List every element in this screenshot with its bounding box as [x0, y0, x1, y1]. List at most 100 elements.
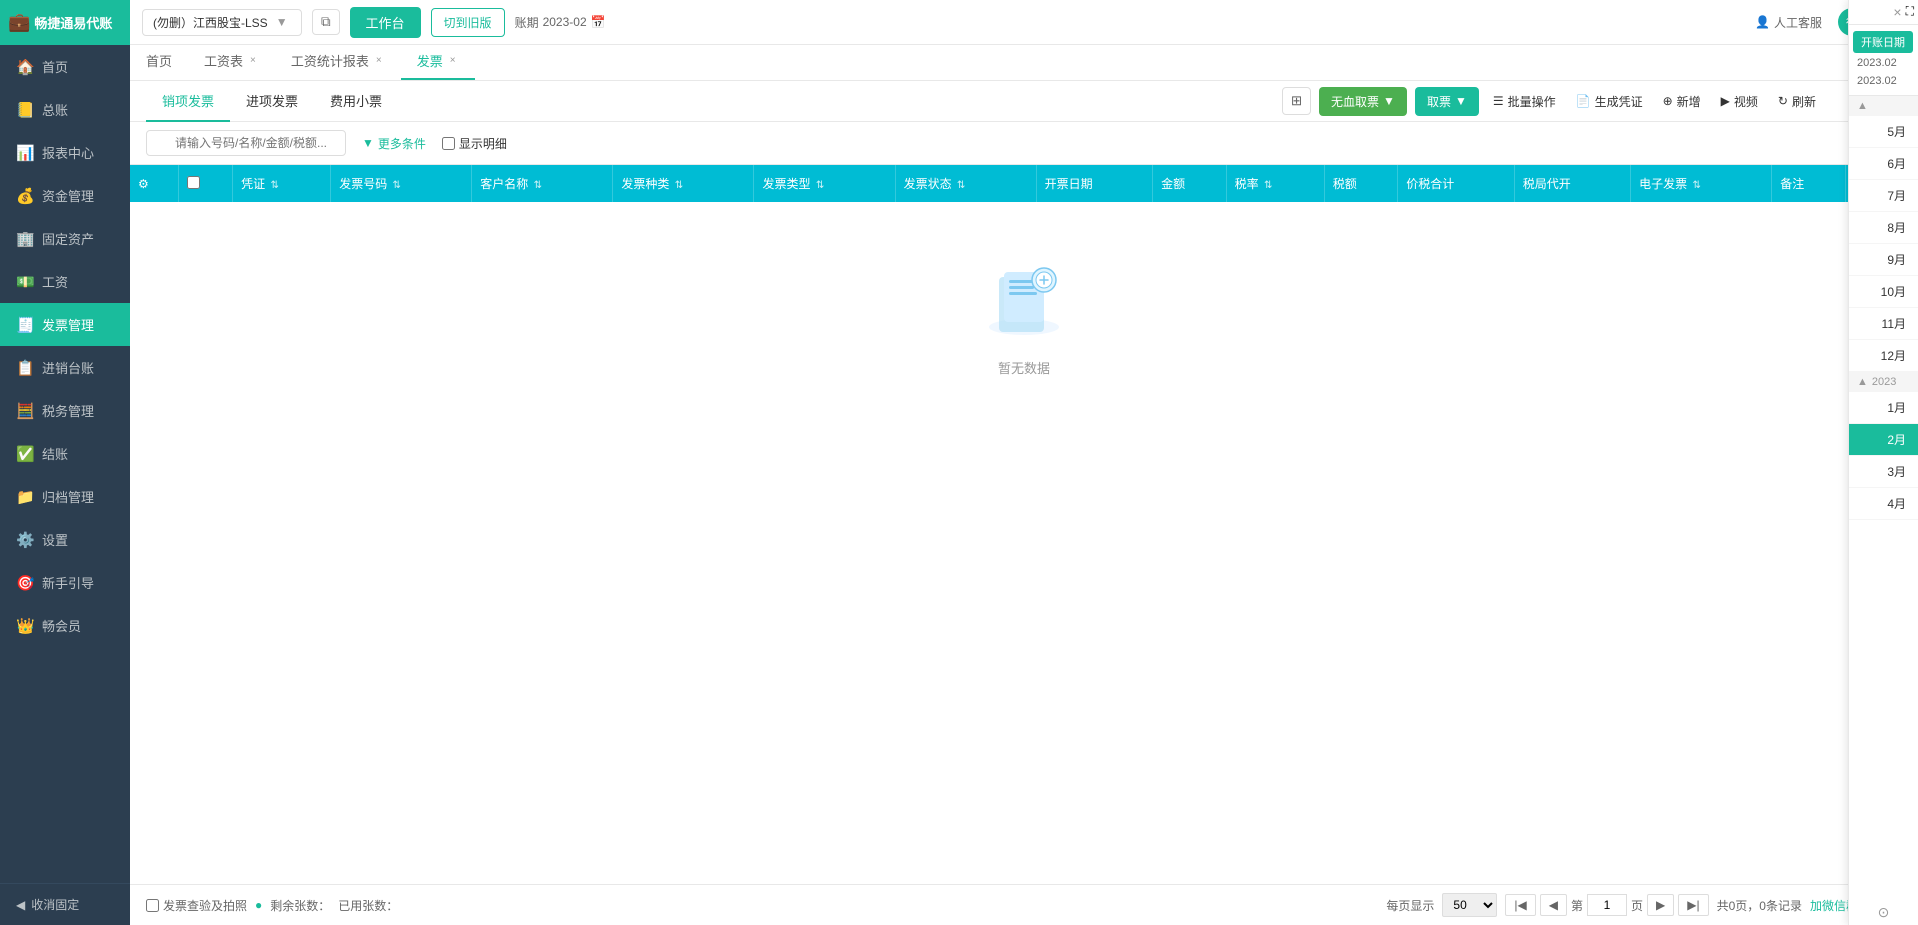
page-input[interactable] [1587, 894, 1627, 916]
tab-invoice-close[interactable]: × [447, 54, 459, 67]
date-panel-expand-btn[interactable]: ⛶ [1906, 4, 1914, 20]
th-customer-name[interactable]: 客户名称 ⇅ [472, 165, 613, 202]
company-dropdown-icon: ▼ [276, 15, 288, 29]
tab-payroll[interactable]: 工资表 × [188, 43, 275, 80]
show-detail-input[interactable] [442, 137, 455, 150]
human-service-btn[interactable]: 👤 人工客服 [1755, 14, 1822, 31]
th-amount: 金额 [1153, 165, 1226, 202]
sub-tab-expense[interactable]: 费用小票 [314, 81, 398, 122]
per-page-select[interactable]: 50 20 100 [1442, 893, 1497, 917]
month-item-5[interactable]: 5月 [1849, 116, 1918, 148]
sidebar-item-settings[interactable]: ⚙️ 设置 [0, 518, 130, 561]
select-all-checkbox[interactable] [187, 176, 200, 189]
sidebar-item-tax-management[interactable]: 🧮 税务管理 [0, 389, 130, 432]
search-wrapper: 🔍 [146, 130, 346, 156]
th-voucher[interactable]: 凭证 ⇅ [233, 165, 331, 202]
th-invoice-status-filter-icon: ⇅ [957, 180, 965, 191]
month-item-2023-4[interactable]: 4月 [1849, 488, 1918, 520]
th-invoice-type[interactable]: 发票类型 ⇅ [754, 165, 895, 202]
sidebar-item-label: 畅会员 [42, 616, 81, 635]
tab-payroll-report-close[interactable]: × [373, 54, 385, 67]
date-panel-bottom-expand[interactable]: ⊙ [1849, 900, 1918, 925]
add-new-btn[interactable]: ⊕ 新增 [1657, 88, 1707, 115]
invoice-table: ⚙ 凭证 ⇅ 发票号码 ⇅ 客户名称 [130, 165, 1918, 202]
sidebar-item-home[interactable]: 🏠 首页 [0, 45, 130, 88]
tab-payroll-report[interactable]: 工资统计报表 × [275, 43, 401, 80]
sidebar-item-fund-management[interactable]: 💰 资金管理 [0, 174, 130, 217]
tab-home[interactable]: 首页 [130, 43, 188, 80]
th-electronic-invoice[interactable]: 电子发票 ⇅ [1631, 165, 1772, 202]
th-invoice-kind-filter-icon: ⇅ [675, 180, 683, 191]
company-selector[interactable]: (勿删）江西股宝-LSS ▼ [142, 9, 302, 36]
sidebar-item-membership[interactable]: 👑 畅会员 [0, 604, 130, 647]
month-item-2023-1[interactable]: 1月 [1849, 392, 1918, 424]
year-label-2023: 2023 [1872, 376, 1896, 388]
period-info: 账期 2023-02 📅 [515, 14, 606, 31]
month-item-7[interactable]: 7月 [1849, 180, 1918, 212]
grid-view-btn[interactable]: ⊞ [1282, 87, 1311, 115]
th-invoice-type-filter-icon: ⇅ [816, 180, 824, 191]
sidebar-item-invoice-management[interactable]: 🧾 发票管理 [0, 303, 130, 346]
th-invoice-status[interactable]: 发票状态 ⇅ [895, 165, 1036, 202]
sidebar-item-settlement[interactable]: ✅ 结账 [0, 432, 130, 475]
sidebar-item-general-ledger[interactable]: 📒 总账 [0, 88, 130, 131]
tab-payroll-close[interactable]: × [247, 54, 259, 67]
sidebar-item-beginner-guide[interactable]: 🎯 新手引导 [0, 561, 130, 604]
sidebar-item-purchase-sale[interactable]: 📋 进销台账 [0, 346, 130, 389]
th-electronic-invoice-filter-icon: ⇅ [1693, 180, 1701, 191]
sidebar-item-report-center[interactable]: 📊 报表中心 [0, 131, 130, 174]
logo-text: 畅捷通易代账 [34, 13, 112, 32]
invoice-check-checkbox[interactable] [146, 899, 159, 912]
logo-icon: 💼 [8, 12, 30, 33]
month-item-10[interactable]: 10月 [1849, 276, 1918, 308]
sidebar-item-payroll[interactable]: 💵 工资 [0, 260, 130, 303]
date-panel-close-btn[interactable]: × [1893, 4, 1901, 20]
open-period-btn[interactable]: 开账日期 [1853, 31, 1913, 53]
th-tax-rate-filter-icon: ⇅ [1264, 180, 1272, 191]
month-item-12[interactable]: 12月 [1849, 340, 1918, 372]
month-item-2023-2[interactable]: 2月 [1849, 424, 1918, 456]
last-page-btn[interactable]: ▶| [1678, 894, 1708, 916]
copy-button[interactable]: ⧉ [312, 9, 340, 35]
workbench-button[interactable]: 工作台 [350, 7, 421, 38]
generate-voucher-btn[interactable]: 📄 生成凭证 [1570, 88, 1649, 115]
no-tax-ticket-btn[interactable]: 无血取票 ▼ [1319, 87, 1407, 116]
th-tax-amount: 税额 [1324, 165, 1397, 202]
month-item-9[interactable]: 9月 [1849, 244, 1918, 276]
th-invoice-kind[interactable]: 发票种类 ⇅ [613, 165, 754, 202]
table-container: ⚙ 凭证 ⇅ 发票号码 ⇅ 客户名称 [130, 165, 1918, 884]
sidebar-item-archive-management[interactable]: 📁 归档管理 [0, 475, 130, 518]
date-panel-top-area: × ⛶ [1849, 0, 1918, 25]
prev-page-btn[interactable]: ◀ [1540, 894, 1567, 916]
month-item-6[interactable]: 6月 [1849, 148, 1918, 180]
sub-tab-sales[interactable]: 销项发票 [146, 81, 230, 122]
sidebar-item-fixed-assets[interactable]: 🏢 固定资产 [0, 217, 130, 260]
invoice-check-label[interactable]: 发票查验及拍照 [146, 897, 247, 914]
search-input[interactable] [146, 130, 346, 156]
th-tax-rate[interactable]: 税率 ⇅ [1226, 165, 1324, 202]
membership-icon: 👑 [16, 617, 34, 635]
per-page-label: 每页显示 [1386, 897, 1434, 914]
first-page-btn[interactable]: |◀ [1505, 894, 1535, 916]
th-invoice-no-label: 发票号码 [339, 177, 387, 191]
page-label: 第 [1571, 897, 1583, 914]
month-item-2023-3[interactable]: 3月 [1849, 456, 1918, 488]
settlement-icon: ✅ [16, 445, 34, 463]
month-item-11[interactable]: 11月 [1849, 308, 1918, 340]
tab-invoice[interactable]: 发票 × [401, 43, 475, 80]
month-item-8[interactable]: 8月 [1849, 212, 1918, 244]
refresh-btn[interactable]: ↻ 刷新 [1772, 88, 1822, 115]
more-conditions-btn[interactable]: ▼ 更多条件 [354, 131, 434, 156]
sub-tabs: 销项发票 进项发票 费用小票 [130, 81, 1266, 121]
video-btn[interactable]: ▶ 视频 [1715, 88, 1764, 115]
old-version-button[interactable]: 切到旧版 [431, 8, 505, 37]
th-invoice-no[interactable]: 发票号码 ⇅ [331, 165, 472, 202]
sub-tab-purchase[interactable]: 进项发票 [230, 81, 314, 122]
refresh-label: 刷新 [1792, 93, 1816, 110]
next-page-btn[interactable]: ▶ [1647, 894, 1674, 916]
sidebar-collapse-btn[interactable]: ◀ 收消固定 [0, 883, 130, 925]
show-detail-checkbox[interactable]: 显示明细 [442, 135, 507, 152]
pagination: |◀ ◀ 第 页 ▶ ▶| [1505, 894, 1708, 916]
batch-operations-btn[interactable]: ☰ 批量操作 [1487, 88, 1562, 115]
take-ticket-btn[interactable]: 取票 ▼ [1415, 87, 1479, 116]
